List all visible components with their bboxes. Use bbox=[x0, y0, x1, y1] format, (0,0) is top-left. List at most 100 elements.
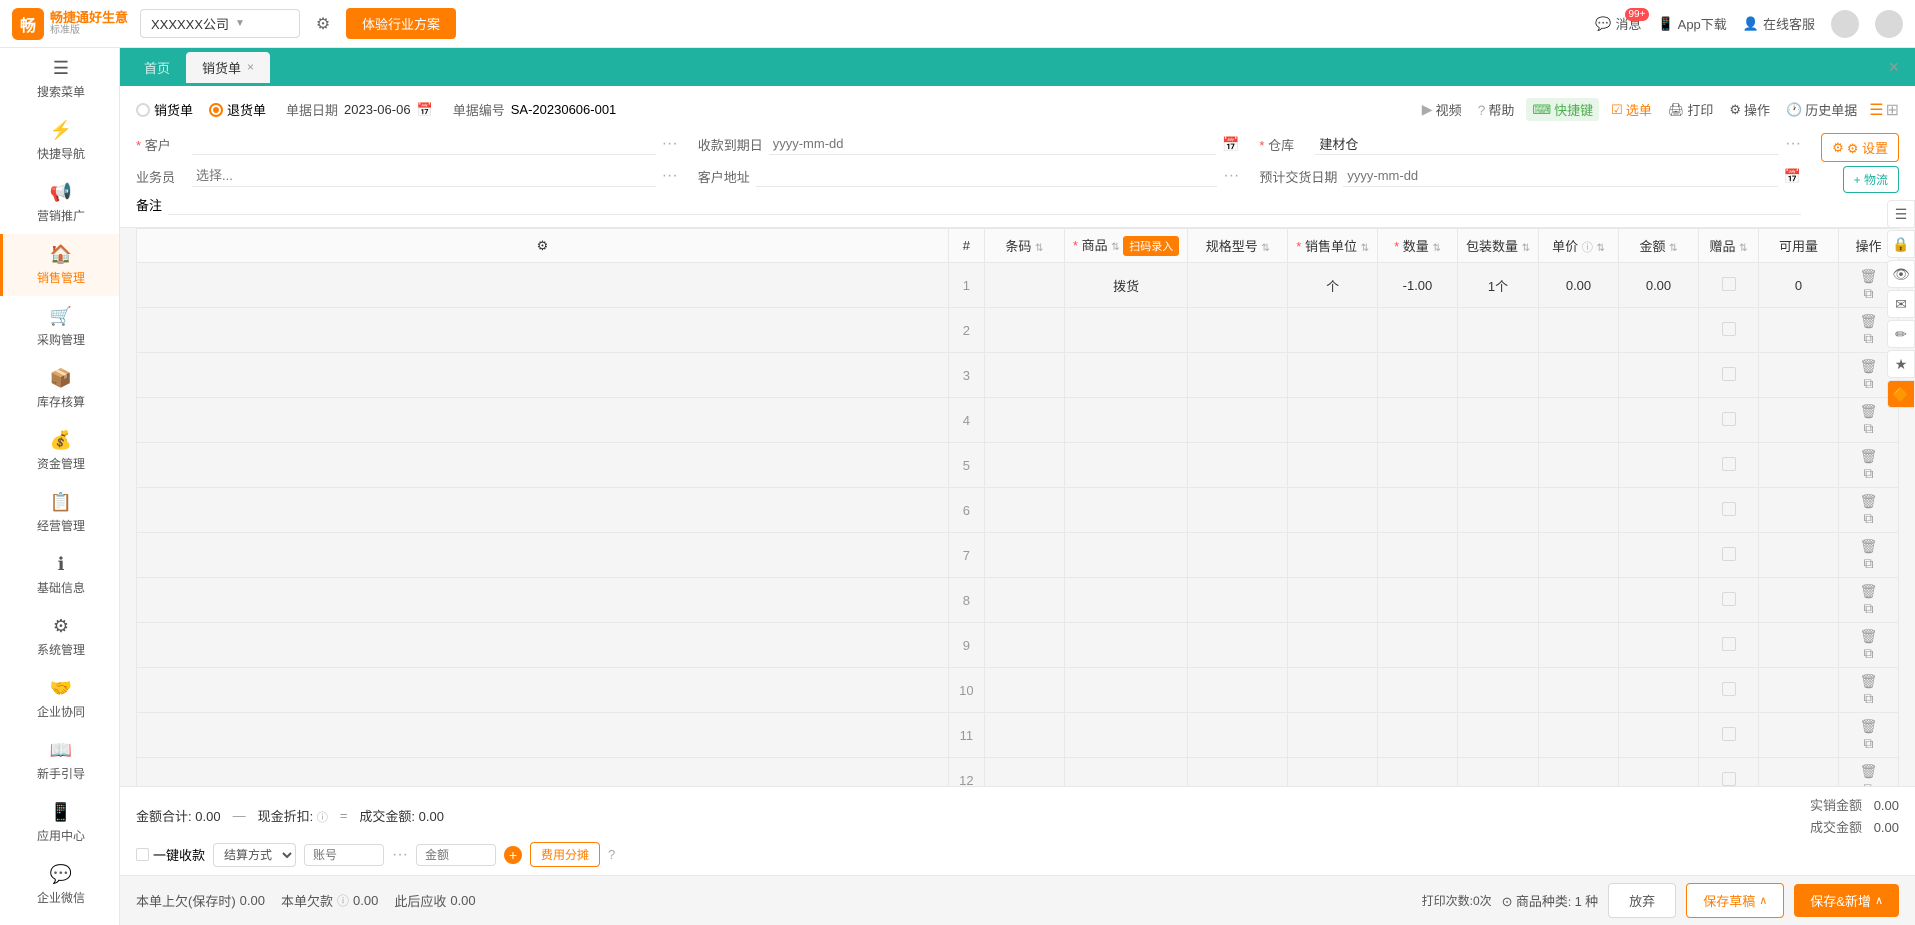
toolbar-video-btn[interactable]: ▶ 视频 bbox=[1418, 98, 1466, 121]
row-delete-icon[interactable]: 🗑 bbox=[1857, 538, 1881, 554]
row-barcode-cell[interactable] bbox=[984, 398, 1064, 443]
row-barcode-cell[interactable] bbox=[984, 578, 1064, 623]
right-panel-btn-4[interactable]: ✉ bbox=[1887, 290, 1915, 318]
price-info-icon[interactable]: ⓘ bbox=[1582, 242, 1593, 254]
toolbar-operation-btn[interactable]: ⚙ 操作 bbox=[1725, 98, 1774, 121]
row-delete-icon[interactable]: 🗑 bbox=[1857, 628, 1881, 644]
radio-sale-order[interactable]: 销货单 bbox=[136, 100, 193, 119]
row-gift-cell[interactable] bbox=[1699, 443, 1759, 488]
due-date-calendar-icon[interactable]: 📅 bbox=[1222, 136, 1239, 153]
message-button[interactable]: 💬 消息 99+ bbox=[1595, 14, 1641, 33]
row-spec-cell[interactable] bbox=[1188, 443, 1288, 488]
row-spec-cell[interactable] bbox=[1188, 758, 1288, 787]
tab-close-icon[interactable]: × bbox=[247, 60, 254, 74]
row-gift-cell[interactable] bbox=[1699, 623, 1759, 668]
payment-method-select[interactable]: 结算方式 bbox=[213, 843, 296, 867]
tab-sale-order[interactable]: 销货单 × bbox=[186, 52, 270, 83]
row-barcode-cell[interactable] bbox=[984, 668, 1064, 713]
sidebar-item-basic[interactable]: ℹ 基础信息 bbox=[0, 544, 119, 606]
right-panel-btn-2[interactable]: 🔒 bbox=[1887, 230, 1915, 258]
row-delete-icon[interactable]: 🗑 bbox=[1857, 313, 1881, 329]
row-copy-icon[interactable]: ⧉ bbox=[1861, 330, 1877, 346]
row-copy-icon[interactable]: ⧉ bbox=[1861, 645, 1877, 661]
row-gift-cell[interactable] bbox=[1699, 758, 1759, 787]
expected-date-input[interactable] bbox=[1343, 165, 1777, 187]
trial-button[interactable]: 体验行业方案 bbox=[346, 8, 456, 39]
row-gift-cell[interactable] bbox=[1699, 353, 1759, 398]
address-more-icon[interactable]: ··· bbox=[1223, 167, 1239, 185]
row-spec-cell[interactable] bbox=[1188, 713, 1288, 758]
user-avatar[interactable] bbox=[1831, 10, 1859, 38]
unit-sort-icon[interactable]: ⇅ bbox=[1361, 243, 1369, 254]
row-delete-icon[interactable]: 🗑 bbox=[1857, 763, 1881, 779]
row-copy-icon[interactable]: ⧉ bbox=[1861, 600, 1877, 616]
row-barcode-cell[interactable] bbox=[984, 758, 1064, 787]
row-barcode-cell[interactable] bbox=[984, 353, 1064, 398]
company-selector[interactable]: XXXXXX公司 ▼ bbox=[140, 9, 300, 38]
row-copy-icon[interactable]: ⧉ bbox=[1861, 690, 1877, 706]
tab-home[interactable]: 首页 bbox=[128, 52, 186, 83]
fee-split-button[interactable]: 费用分摊 bbox=[530, 842, 600, 867]
row-spec-cell[interactable] bbox=[1188, 353, 1288, 398]
barcode-sort-icon[interactable]: ⇅ bbox=[1035, 243, 1043, 254]
row-copy-icon[interactable]: ⧉ bbox=[1861, 375, 1877, 391]
sidebar-item-sales[interactable]: 🏠 销售管理 bbox=[0, 234, 119, 296]
save-draft-button[interactable]: 保存草稿 ∧ bbox=[1686, 883, 1784, 918]
right-panel-btn-3[interactable]: 👁 bbox=[1887, 260, 1915, 288]
row-delete-icon[interactable]: 🗑 bbox=[1857, 403, 1881, 419]
row-copy-icon[interactable]: ⧉ bbox=[1861, 465, 1877, 481]
expected-date-calendar-icon[interactable]: 📅 bbox=[1784, 168, 1801, 185]
account-input[interactable] bbox=[304, 844, 384, 866]
overdue-info-icon[interactable]: ⓘ bbox=[337, 892, 349, 909]
toolbar-help-btn[interactable]: ? 帮助 bbox=[1474, 98, 1519, 121]
discount-info-icon[interactable]: ⓘ bbox=[317, 812, 328, 824]
sidebar-item-marketing[interactable]: 📢 营销推广 bbox=[0, 172, 119, 234]
row-gift-cell[interactable] bbox=[1699, 263, 1759, 308]
sidebar-item-search[interactable]: ☰ 搜索菜单 bbox=[0, 48, 119, 110]
row-delete-icon[interactable]: 🗑 bbox=[1857, 268, 1881, 284]
settings-top-button[interactable]: ⚙ ⚙ 设置 bbox=[1821, 133, 1899, 162]
salesman-input[interactable] bbox=[192, 165, 656, 187]
sidebar-item-guide[interactable]: 📖 新手引导 bbox=[0, 730, 119, 792]
row-barcode-cell[interactable] bbox=[984, 488, 1064, 533]
row-delete-icon[interactable]: 🗑 bbox=[1857, 673, 1881, 689]
row-barcode-cell[interactable] bbox=[984, 443, 1064, 488]
one-click-pay-checkbox[interactable] bbox=[136, 848, 149, 861]
row-gift-cell[interactable] bbox=[1699, 713, 1759, 758]
row-gift-cell[interactable] bbox=[1699, 398, 1759, 443]
gift-sort-icon[interactable]: ⇅ bbox=[1739, 243, 1747, 254]
amount-sort-icon[interactable]: ⇅ bbox=[1669, 243, 1677, 254]
toolbar-shortcut-btn[interactable]: ⌨ 快捷键 bbox=[1526, 98, 1599, 121]
row-spec-cell[interactable] bbox=[1188, 578, 1288, 623]
row-copy-icon[interactable]: ⧉ bbox=[1861, 420, 1877, 436]
date-calendar-icon[interactable]: 📅 bbox=[417, 102, 433, 118]
right-panel-btn-5[interactable]: ✏ bbox=[1887, 320, 1915, 348]
view-list-icon[interactable]: ☰ bbox=[1869, 100, 1883, 120]
row-copy-icon[interactable]: ⧉ bbox=[1861, 510, 1877, 526]
row-barcode-cell[interactable] bbox=[984, 623, 1064, 668]
settings-icon-button[interactable]: ⚙ bbox=[308, 9, 338, 39]
view-grid-icon[interactable]: ⊞ bbox=[1886, 100, 1899, 120]
row-barcode-cell[interactable] bbox=[984, 308, 1064, 353]
sidebar-item-capital[interactable]: 💰 资金管理 bbox=[0, 420, 119, 482]
warehouse-more-icon[interactable]: ··· bbox=[1785, 135, 1801, 153]
window-close-icon[interactable]: × bbox=[1880, 57, 1907, 78]
logistics-button[interactable]: + 物流 bbox=[1843, 166, 1899, 193]
row-delete-icon[interactable]: 🗑 bbox=[1857, 718, 1881, 734]
row-copy-icon[interactable]: ⧉ bbox=[1861, 735, 1877, 751]
sidebar-item-vip[interactable]: ♾ 畅会员 bbox=[0, 916, 119, 925]
product-sort-icon[interactable]: ⇅ bbox=[1111, 242, 1119, 253]
save-new-button[interactable]: 保存&新增 ∧ bbox=[1794, 884, 1899, 917]
account-more-icon[interactable]: ··· bbox=[392, 846, 408, 864]
row-spec-cell[interactable] bbox=[1188, 533, 1288, 578]
customer-input[interactable] bbox=[192, 133, 656, 155]
row-spec-cell[interactable] bbox=[1188, 668, 1288, 713]
scan-barcode-button[interactable]: 扫码录入 bbox=[1123, 236, 1179, 256]
sidebar-item-wechat[interactable]: 💬 企业微信 bbox=[0, 854, 119, 916]
remark-input[interactable] bbox=[168, 193, 1801, 215]
row-copy-icon[interactable]: ⧉ bbox=[1861, 285, 1877, 301]
warehouse-input[interactable] bbox=[1315, 133, 1779, 155]
qty-sort-icon[interactable]: ⇅ bbox=[1432, 243, 1440, 254]
row-gift-cell[interactable] bbox=[1699, 668, 1759, 713]
row-gift-cell[interactable] bbox=[1699, 488, 1759, 533]
